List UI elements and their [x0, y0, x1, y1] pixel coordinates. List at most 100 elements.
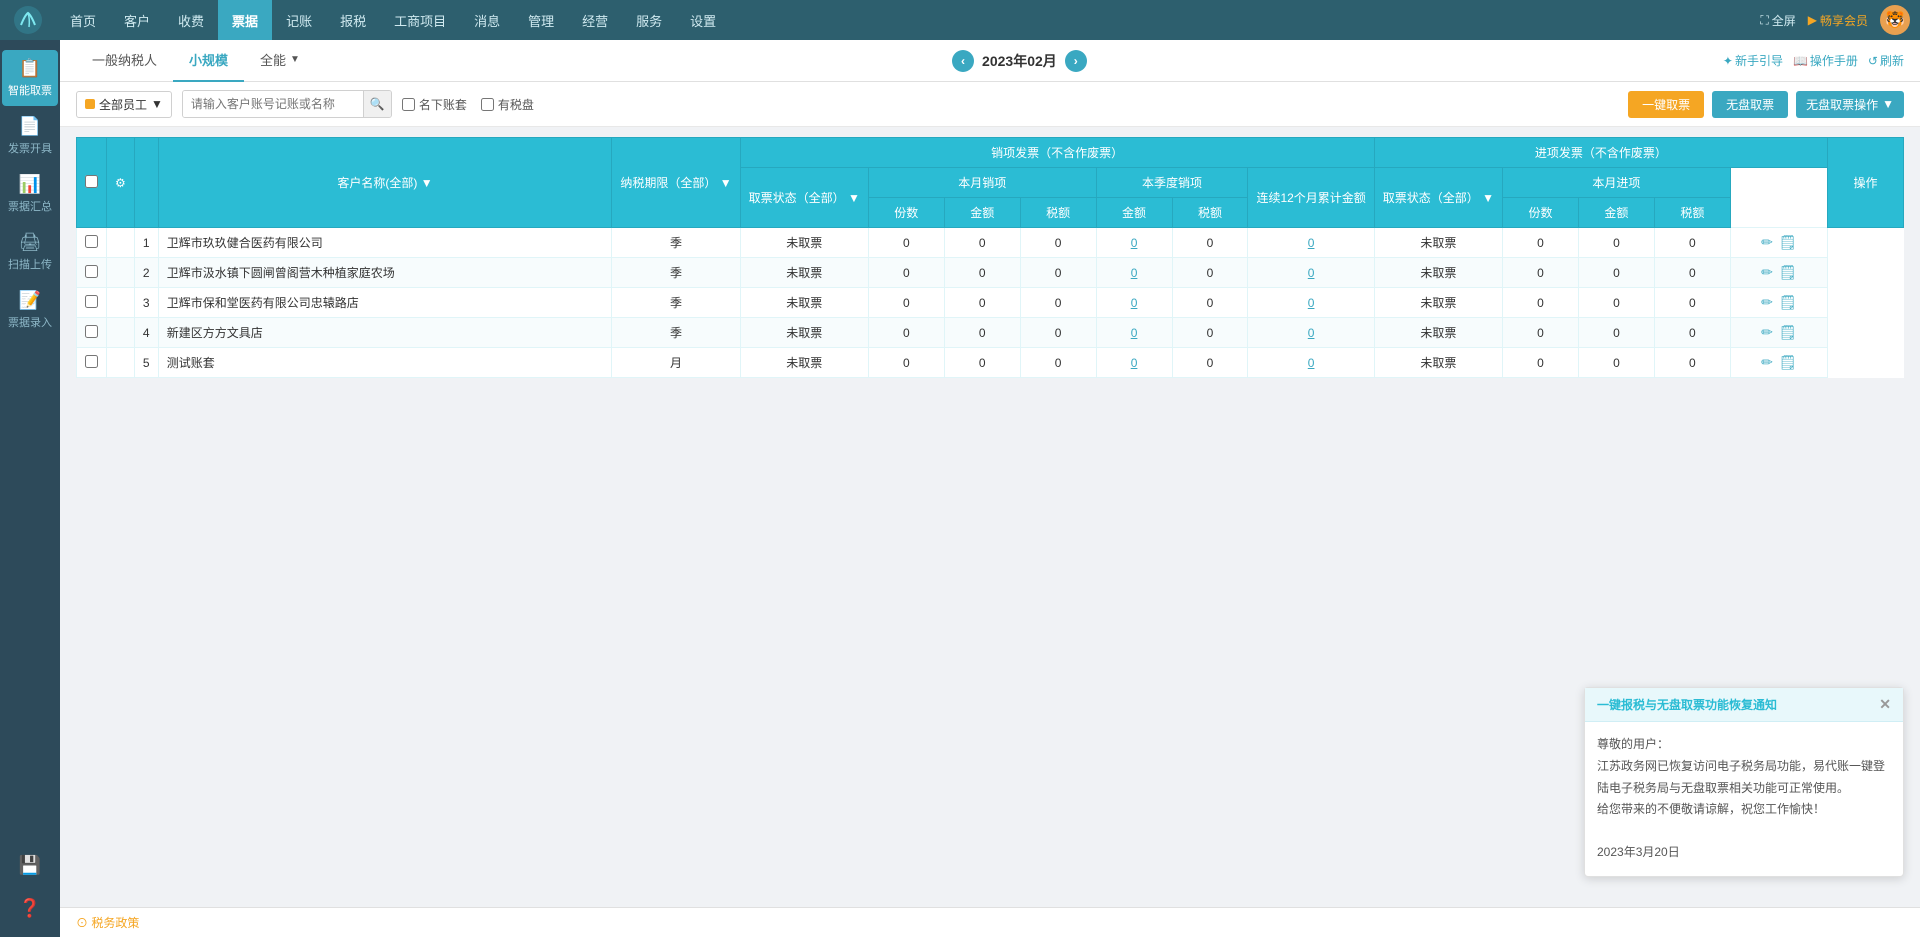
prev-month-btn[interactable]: ‹ — [952, 50, 974, 72]
no-disk-ops-btn[interactable]: 无盘取票操作 ▼ — [1796, 91, 1904, 118]
filter-icon[interactable]: ▼ — [720, 176, 732, 190]
manual-btn[interactable]: 📖 操作手册 — [1793, 52, 1858, 69]
row-sales-quarter-amount-3[interactable]: 0 — [1096, 318, 1172, 348]
one-click-fetch-btn[interactable]: 一键取票 — [1628, 91, 1704, 118]
row-sales-quarter-amount-1[interactable]: 0 — [1096, 258, 1172, 288]
row-sales-month-amount-0: 0 — [944, 228, 1020, 258]
row-sales-quarter-amount-0[interactable]: 0 — [1096, 228, 1172, 258]
sidebar-item-invoice-issue[interactable]: 📄 发票开具 — [2, 108, 58, 164]
nav-right: ⛶ 全屏 ▶ 畅享会员 🐯 — [1760, 5, 1910, 35]
row-no-1: 2 — [134, 258, 158, 288]
checkbox-own-accounts[interactable]: 名下账套 — [402, 96, 467, 113]
nav-tax[interactable]: 报税 — [326, 0, 380, 40]
new-guide-btn[interactable]: ✦ 新手引导 — [1723, 52, 1783, 69]
row-sales-12month-3[interactable]: 0 — [1248, 318, 1374, 348]
app-logo[interactable] — [10, 2, 46, 38]
row-sales-quarter-amount-2[interactable]: 0 — [1096, 288, 1172, 318]
nav-service[interactable]: 服务 — [622, 0, 676, 40]
row-no-4: 5 — [134, 348, 158, 378]
sidebar-item-label-5: 票据录入 — [8, 314, 52, 330]
sidebar-help-btn[interactable]: ❓ — [2, 890, 58, 927]
sidebar-item-smart-ticket[interactable]: 📋 智能取票 — [2, 50, 58, 106]
invoice-entry-icon: 📝 — [19, 290, 41, 311]
view-icon-0[interactable]: 🗒 — [1779, 234, 1797, 251]
row-sales-12month-0[interactable]: 0 — [1248, 228, 1374, 258]
current-month: 2023年02月 — [982, 51, 1057, 71]
nav-manage[interactable]: 管理 — [514, 0, 568, 40]
filter-icon[interactable]: ▼ — [1482, 191, 1494, 205]
purchase-invoice-header: 进项发票（不含作废票） — [1374, 138, 1827, 168]
row-sales-status-1: 未取票 — [740, 258, 868, 288]
refresh-btn[interactable]: ↺ 刷新 — [1868, 52, 1904, 69]
period-col-header: 纳税期限（全部） ▼ — [612, 138, 740, 228]
view-icon-2[interactable]: 🗒 — [1779, 294, 1797, 311]
view-icon-3[interactable]: 🗒 — [1779, 324, 1797, 341]
nav-invoice[interactable]: 票据 — [218, 0, 272, 40]
row-sales-quarter-tax-4: 0 — [1172, 348, 1248, 378]
nav-customer[interactable]: 客户 — [110, 0, 164, 40]
nav-fee[interactable]: 收费 — [164, 0, 218, 40]
nav-business[interactable]: 工商项目 — [380, 0, 460, 40]
sidebar-item-scan-upload[interactable]: 🖨 扫描上传 — [2, 224, 58, 280]
row-sales-quarter-tax-3: 0 — [1172, 318, 1248, 348]
nav-operations[interactable]: 经营 — [568, 0, 622, 40]
checkbox-has-disk[interactable]: 有税盘 — [481, 96, 534, 113]
filter-icon[interactable]: ▼ — [848, 191, 860, 205]
row-purchase-month-amount-4: 0 — [1578, 348, 1654, 378]
row-purchase-month-count-4: 0 — [1503, 348, 1579, 378]
row-checkbox-3[interactable] — [77, 318, 107, 348]
nav-settings[interactable]: 设置 — [676, 0, 730, 40]
tab-small-scale[interactable]: 小规模 — [173, 40, 244, 82]
search-input[interactable] — [183, 91, 363, 117]
filter-checkboxes: 名下账套 有税盘 — [402, 96, 534, 113]
row-settings-4 — [107, 348, 135, 378]
purchase-month-header: 本月进项 — [1503, 168, 1731, 198]
row-purchase-month-tax-1: 0 — [1654, 258, 1730, 288]
tab-all[interactable]: 全能 ▼ — [244, 40, 316, 82]
row-sales-12month-1[interactable]: 0 — [1248, 258, 1374, 288]
row-sales-month-tax-2: 0 — [1020, 288, 1096, 318]
nav-messages[interactable]: 消息 — [460, 0, 514, 40]
sidebar-item-invoice-entry[interactable]: 📝 票据录入 — [2, 282, 58, 338]
sidebar-download-btn[interactable]: 💾 — [2, 847, 58, 884]
notification-close-btn[interactable]: ✕ — [1879, 696, 1891, 713]
edit-icon-0[interactable]: ✏ — [1761, 234, 1773, 251]
row-name-1: 卫辉市汲水镇下圆闸曾阁营木种植家庭农场 — [158, 258, 612, 288]
row-checkbox-4[interactable] — [77, 348, 107, 378]
tab-general-taxpayer[interactable]: 一般纳税人 — [76, 40, 173, 82]
sales-month-amount-header: 金额 — [944, 198, 1020, 228]
row-checkbox-1[interactable] — [77, 258, 107, 288]
purchase-month-count-header: 份数 — [1503, 198, 1579, 228]
edit-icon-3[interactable]: ✏ — [1761, 324, 1773, 341]
download-icon: 💾 — [19, 855, 41, 876]
filter-icon[interactable]: ▼ — [421, 176, 433, 190]
no-disk-fetch-btn[interactable]: 无盘取票 — [1712, 91, 1788, 118]
next-month-btn[interactable]: › — [1065, 50, 1087, 72]
edit-icon-1[interactable]: ✏ — [1761, 264, 1773, 281]
row-checkbox-0[interactable] — [77, 228, 107, 258]
view-icon-1[interactable]: 🗒 — [1779, 264, 1797, 281]
sidebar-item-label-4: 扫描上传 — [8, 256, 52, 272]
row-sales-12month-4[interactable]: 0 — [1248, 348, 1374, 378]
fullscreen-btn[interactable]: ⛶ 全屏 — [1760, 12, 1795, 29]
avatar[interactable]: 🐯 — [1880, 5, 1910, 35]
employee-filter[interactable]: 全部员工 ▼ — [76, 91, 172, 118]
row-checkbox-2[interactable] — [77, 288, 107, 318]
sidebar-item-label-2: 发票开具 — [8, 140, 52, 156]
tax-policy-link[interactable]: ⊙ 税务政策 — [76, 914, 139, 931]
sidebar-item-label-1: 智能取票 — [8, 82, 52, 98]
nav-home[interactable]: 首页 — [56, 0, 110, 40]
row-sales-quarter-amount-4[interactable]: 0 — [1096, 348, 1172, 378]
edit-icon-4[interactable]: ✏ — [1761, 354, 1773, 371]
sidebar-item-invoice-summary[interactable]: 📊 票据汇总 — [2, 166, 58, 222]
scan-upload-icon: 🖨 — [19, 232, 42, 253]
search-button[interactable]: 🔍 — [363, 91, 391, 117]
edit-icon-2[interactable]: ✏ — [1761, 294, 1773, 311]
row-sales-quarter-tax-0: 0 — [1172, 228, 1248, 258]
view-icon-4[interactable]: 🗒 — [1779, 354, 1797, 371]
nav-bookkeeping[interactable]: 记账 — [272, 0, 326, 40]
row-sales-12month-2[interactable]: 0 — [1248, 288, 1374, 318]
member-btn[interactable]: ▶ 畅享会员 — [1808, 12, 1868, 29]
row-sales-status-4: 未取票 — [740, 348, 868, 378]
select-all-checkbox[interactable] — [85, 175, 98, 188]
